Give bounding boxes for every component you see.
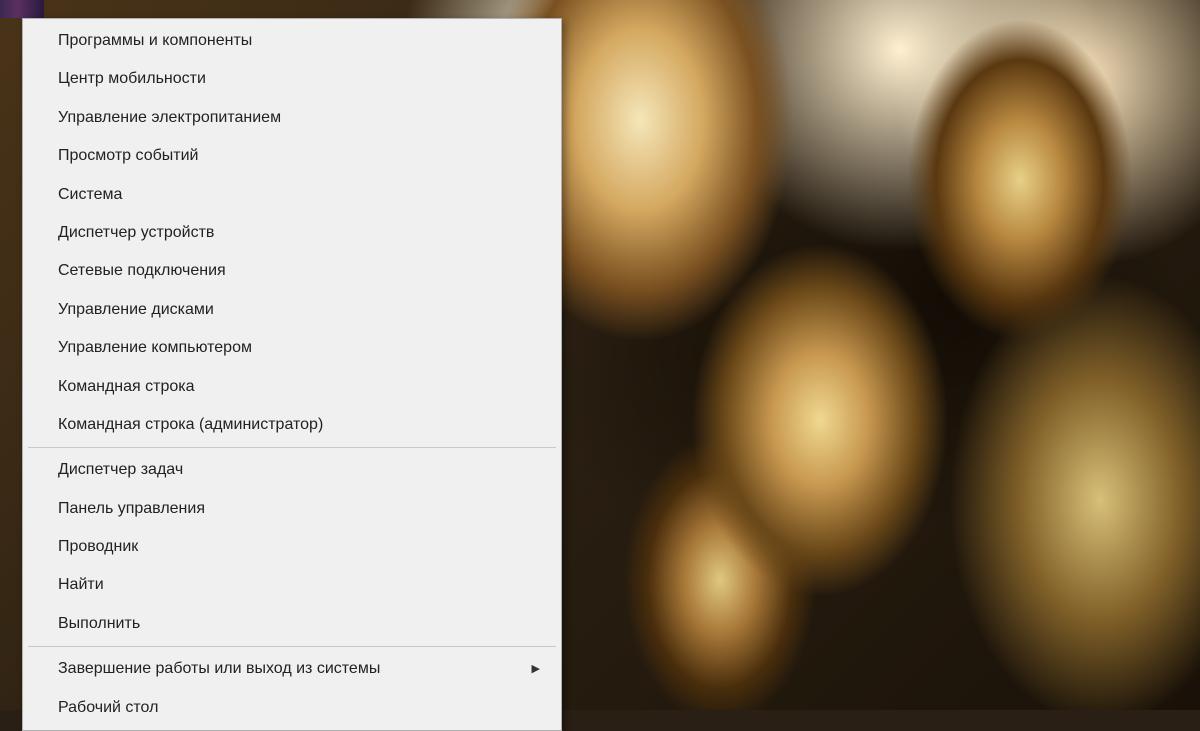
menu-item-computer-management[interactable]: Управление компьютером	[26, 329, 558, 367]
menu-item-label: Управление электропитанием	[58, 107, 281, 129]
menu-item-label: Управление компьютером	[58, 337, 252, 359]
winx-context-menu: Программы и компоненты Центр мобильности…	[22, 18, 562, 731]
menu-item-label: Просмотр событий	[58, 145, 198, 167]
menu-item-system[interactable]: Система	[26, 176, 558, 214]
menu-item-disk-management[interactable]: Управление дисками	[26, 291, 558, 329]
chevron-right-icon: ▶	[532, 662, 540, 677]
menu-item-desktop[interactable]: Рабочий стол	[26, 689, 558, 727]
menu-item-mobility-center[interactable]: Центр мобильности	[26, 60, 558, 98]
window-sliver	[0, 0, 44, 18]
menu-item-label: Завершение работы или выход из системы	[58, 658, 380, 680]
menu-item-label: Командная строка	[58, 376, 195, 398]
menu-item-label: Выполнить	[58, 613, 140, 635]
menu-item-power-options[interactable]: Управление электропитанием	[26, 99, 558, 137]
menu-item-label: Найти	[58, 574, 104, 596]
menu-item-search[interactable]: Найти	[26, 566, 558, 604]
menu-item-task-manager[interactable]: Диспетчер задач	[26, 451, 558, 489]
menu-item-programs-features[interactable]: Программы и компоненты	[26, 22, 558, 60]
menu-item-label: Управление дисками	[58, 299, 214, 321]
menu-item-command-prompt-admin[interactable]: Командная строка (администратор)	[26, 406, 558, 444]
menu-item-label: Программы и компоненты	[58, 30, 252, 52]
menu-item-label: Диспетчер устройств	[58, 222, 214, 244]
menu-item-command-prompt[interactable]: Командная строка	[26, 368, 558, 406]
menu-item-run[interactable]: Выполнить	[26, 605, 558, 643]
menu-item-label: Командная строка (администратор)	[58, 414, 323, 436]
menu-item-label: Рабочий стол	[58, 697, 158, 719]
menu-item-label: Проводник	[58, 536, 138, 558]
menu-item-label: Панель управления	[58, 498, 205, 520]
menu-item-event-viewer[interactable]: Просмотр событий	[26, 137, 558, 175]
menu-item-file-explorer[interactable]: Проводник	[26, 528, 558, 566]
menu-item-control-panel[interactable]: Панель управления	[26, 490, 558, 528]
menu-separator	[28, 646, 556, 647]
menu-item-network-connections[interactable]: Сетевые подключения	[26, 252, 558, 290]
menu-separator	[28, 447, 556, 448]
menu-item-shutdown-signout[interactable]: Завершение работы или выход из системы ▶	[26, 650, 558, 688]
menu-item-label: Сетевые подключения	[58, 260, 226, 282]
menu-item-label: Система	[58, 184, 122, 206]
menu-item-label: Центр мобильности	[58, 68, 206, 90]
menu-item-label: Диспетчер задач	[58, 459, 183, 481]
menu-item-device-manager[interactable]: Диспетчер устройств	[26, 214, 558, 252]
